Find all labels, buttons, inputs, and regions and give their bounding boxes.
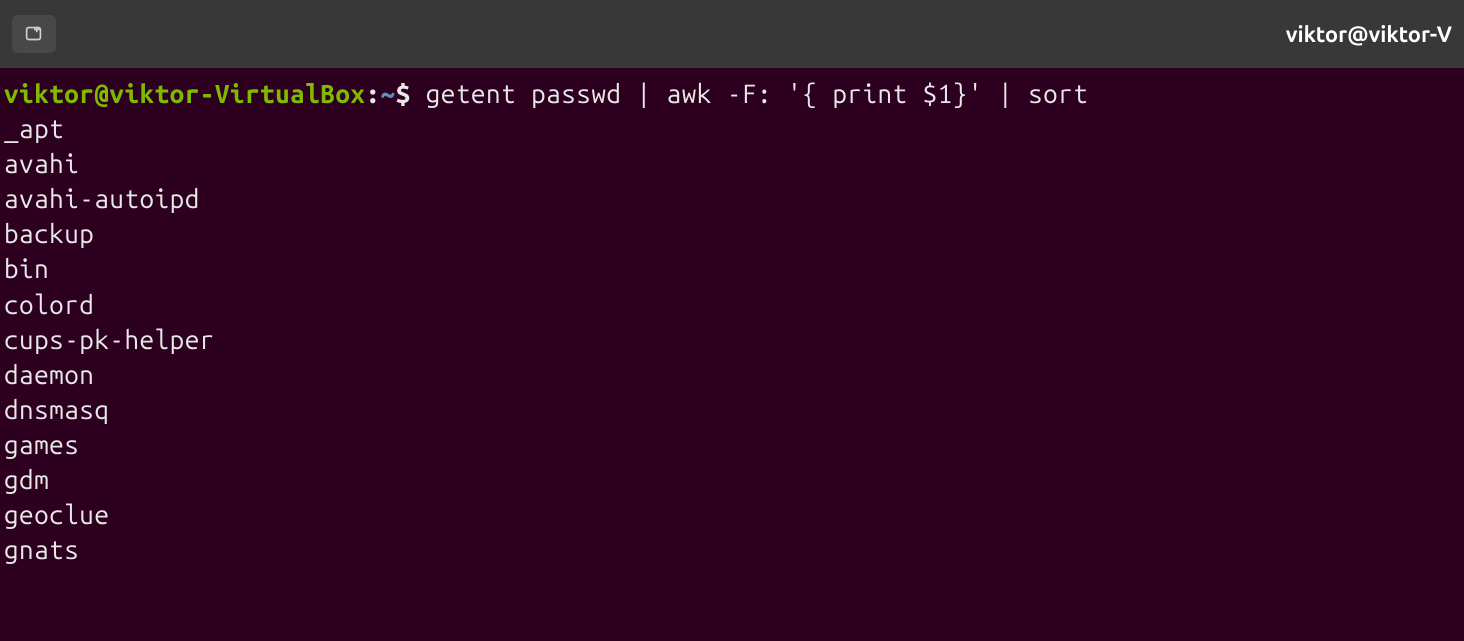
prompt-user-host: viktor@viktor-VirtualBox (4, 79, 365, 108)
output-line: avahi-autoipd (4, 181, 1460, 216)
output-line: dnsmasq (4, 392, 1460, 427)
output-line: _apt (4, 111, 1460, 146)
terminal-body[interactable]: viktor@viktor-VirtualBox:~$ getent passw… (0, 68, 1464, 575)
window-title: viktor@viktor-V (1286, 22, 1452, 47)
prompt-line: viktor@viktor-VirtualBox:~$ getent passw… (4, 76, 1460, 111)
prompt-symbol: $ (396, 79, 411, 108)
output-line: geoclue (4, 497, 1460, 532)
output-container: _aptavahiavahi-autoipdbackupbincolordcup… (4, 111, 1460, 567)
output-line: daemon (4, 357, 1460, 392)
output-line: gnats (4, 532, 1460, 567)
output-line: avahi (4, 146, 1460, 181)
command-text: getent passwd | awk -F: '{ print $1}' | … (411, 79, 1089, 108)
output-line: gdm (4, 462, 1460, 497)
output-line: bin (4, 251, 1460, 286)
output-line: games (4, 427, 1460, 462)
output-line: cups-pk-helper (4, 322, 1460, 357)
titlebar: viktor@viktor-V (0, 0, 1464, 68)
prompt-path: ~ (381, 79, 396, 108)
prompt-separator: : (365, 79, 380, 108)
output-line: colord (4, 287, 1460, 322)
output-line: backup (4, 216, 1460, 251)
new-tab-icon (23, 23, 45, 45)
new-tab-button[interactable] (12, 15, 56, 53)
